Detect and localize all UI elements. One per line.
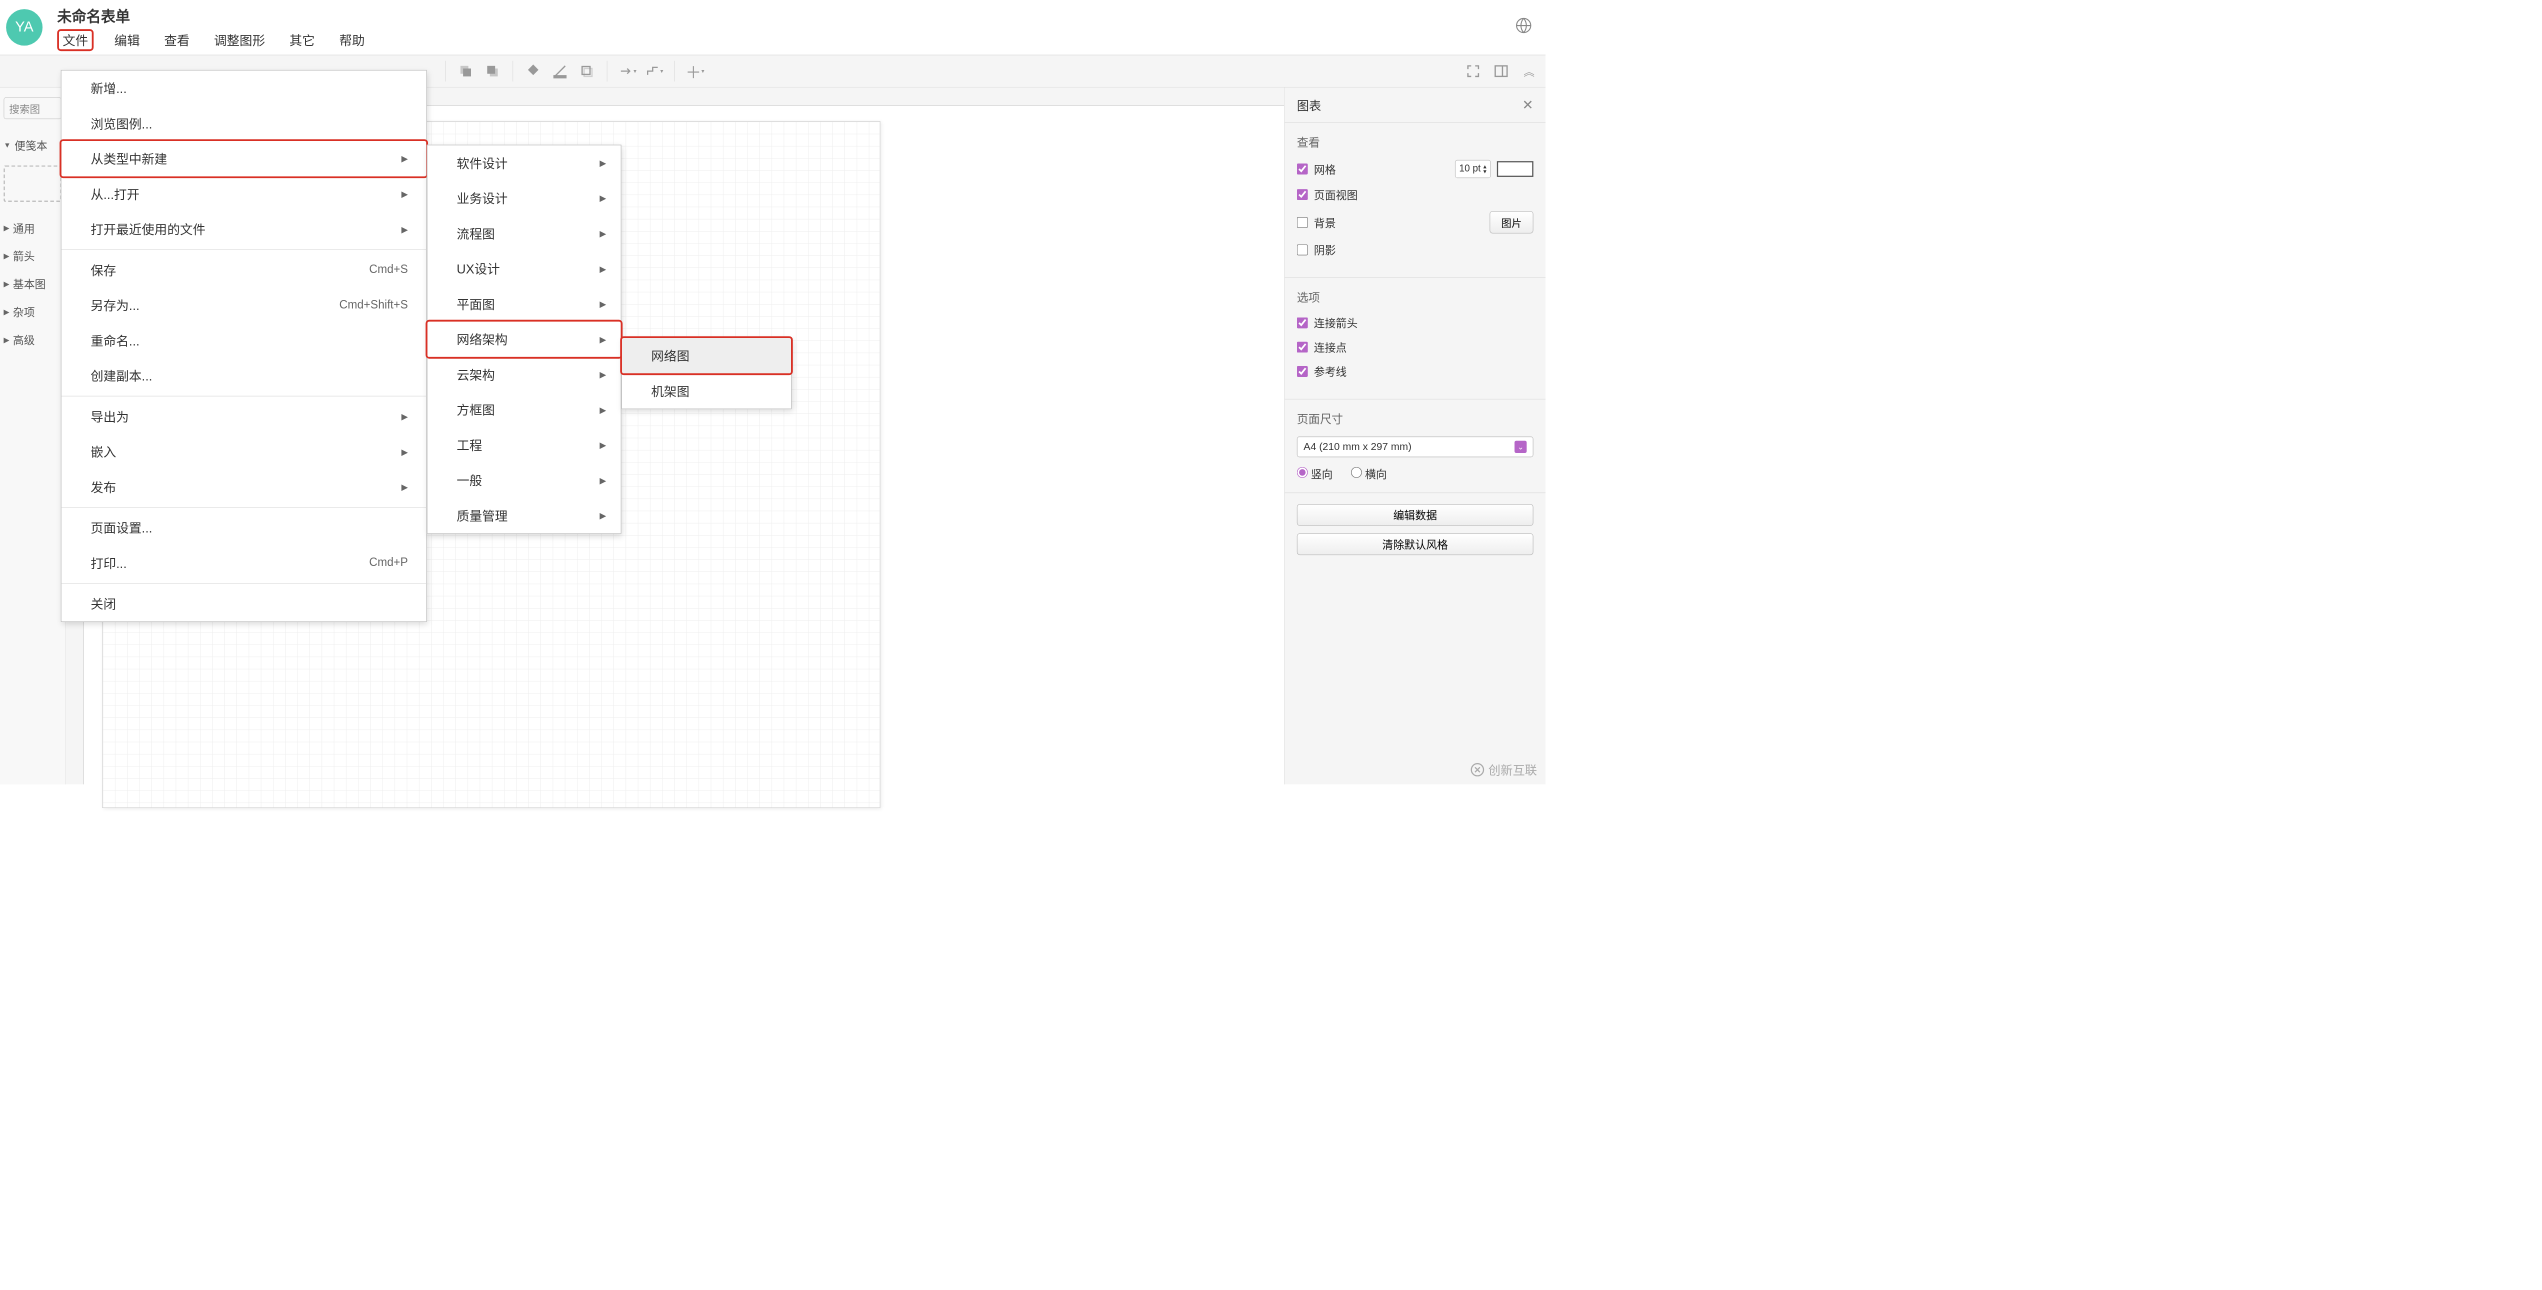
fill-icon[interactable]	[524, 62, 542, 80]
menu-close[interactable]: 关闭	[61, 586, 426, 621]
connect-arrows-label: 连接箭头	[1314, 315, 1358, 331]
menu-export[interactable]: 导出为▶	[61, 399, 426, 434]
collapse-icon[interactable]: ︽	[1520, 62, 1538, 80]
watermark: 创新互联	[1470, 761, 1537, 779]
sub-general[interactable]: 一般▶	[427, 463, 620, 498]
sub-cloud[interactable]: 云架构▶	[427, 357, 620, 392]
menu-make-copy[interactable]: 创建副本...	[61, 358, 426, 393]
guides-checkbox[interactable]	[1297, 366, 1308, 377]
format-panel: 图表 ✕ 查看 网格 10 pt▴▾ 页面视图 背景	[1284, 88, 1545, 785]
grid-label: 网格	[1314, 161, 1336, 177]
menu-view[interactable]: 查看	[161, 29, 194, 51]
sub-block[interactable]: 方框图▶	[427, 392, 620, 427]
shadow-label: 阴影	[1314, 242, 1336, 258]
background-checkbox[interactable]	[1297, 217, 1308, 228]
waypoint-icon[interactable]: ▾	[645, 62, 663, 80]
connection-icon[interactable]: ▾	[618, 62, 636, 80]
pagesize-section-title: 页面尺寸	[1297, 410, 1534, 426]
menu-new[interactable]: 新增...	[61, 71, 426, 106]
sub2-rack-diagram[interactable]: 机架图	[622, 373, 791, 408]
connect-points-checkbox[interactable]	[1297, 342, 1308, 353]
menu-browse[interactable]: 浏览图例...	[61, 106, 426, 141]
pageview-checkbox[interactable]	[1297, 189, 1308, 200]
shadow-checkbox[interactable]	[1297, 244, 1308, 255]
close-icon[interactable]: ✕	[1522, 97, 1533, 113]
cat-misc[interactable]: ▶杂项	[0, 298, 65, 326]
menu-edit[interactable]: 编辑	[111, 29, 144, 51]
menu-other[interactable]: 其它	[286, 29, 319, 51]
cat-general[interactable]: ▶通用	[0, 214, 65, 242]
to-back-icon[interactable]	[483, 62, 501, 80]
shapes-panel: 搜索图 ▼便笺本 ▶通用 ▶箭头 ▶基本图 ▶杂项 ▶高级	[0, 88, 66, 785]
format-panel-icon[interactable]	[1492, 62, 1510, 80]
menu-new-from-template[interactable]: 从类型中新建▶	[60, 139, 428, 178]
globe-icon[interactable]	[1515, 17, 1532, 38]
cat-scratch[interactable]: ▼便笺本	[0, 131, 65, 159]
sub-flowchart[interactable]: 流程图▶	[427, 216, 620, 251]
menubar: 文件 编辑 查看 调整图形 其它 帮助	[55, 29, 1515, 51]
menu-page-setup[interactable]: 页面设置...	[61, 510, 426, 545]
landscape-radio[interactable]: 横向	[1351, 466, 1387, 482]
add-icon[interactable]: ＋▾	[686, 62, 704, 80]
sub-quality[interactable]: 质量管理▶	[427, 498, 620, 533]
line-color-icon[interactable]	[551, 62, 569, 80]
cat-advanced[interactable]: ▶高级	[0, 326, 65, 354]
edit-data-button[interactable]: 编辑数据	[1297, 504, 1534, 526]
menu-open-from[interactable]: 从...打开▶	[61, 176, 426, 211]
panel-title: 图表	[1297, 96, 1321, 114]
document-title[interactable]: 未命名表单	[55, 4, 1515, 25]
menu-save-as[interactable]: 另存为...Cmd+Shift+S	[61, 288, 426, 323]
grid-size-input[interactable]: 10 pt▴▾	[1455, 160, 1491, 178]
background-label: 背景	[1314, 214, 1336, 230]
sub-software[interactable]: 软件设计▶	[427, 145, 620, 180]
menu-embed[interactable]: 嵌入▶	[61, 434, 426, 469]
menu-save[interactable]: 保存Cmd+S	[61, 252, 426, 287]
menu-open-recent[interactable]: 打开最近使用的文件▶	[61, 212, 426, 247]
menu-rename[interactable]: 重命名...	[61, 323, 426, 358]
menu-shape[interactable]: 调整图形	[210, 29, 268, 51]
sub-floorplan[interactable]: 平面图▶	[427, 286, 620, 321]
template-category-submenu: 软件设计▶ 业务设计▶ 流程图▶ UX设计▶ 平面图▶ 网络架构▶ 云架构▶ 方…	[427, 145, 622, 534]
cat-arrows[interactable]: ▶箭头	[0, 242, 65, 270]
grid-checkbox[interactable]	[1297, 164, 1308, 175]
shape-preview[interactable]	[4, 165, 62, 201]
options-section-title: 选项	[1297, 289, 1534, 305]
sub2-network-diagram[interactable]: 网络图	[620, 336, 793, 375]
image-button[interactable]: 图片	[1490, 211, 1534, 233]
menu-help[interactable]: 帮助	[336, 29, 369, 51]
to-front-icon[interactable]	[457, 62, 475, 80]
header: YA 未命名表单 文件 编辑 查看 调整图形 其它 帮助	[0, 0, 1546, 55]
sub-business[interactable]: 业务设计▶	[427, 181, 620, 216]
connect-points-label: 连接点	[1314, 339, 1347, 355]
network-submenu: 网络图 机架图	[621, 337, 791, 409]
sub-network[interactable]: 网络架构▶	[426, 320, 623, 359]
fullscreen-icon[interactable]	[1464, 62, 1482, 80]
shadow-icon[interactable]	[578, 62, 596, 80]
pageview-label: 页面视图	[1314, 187, 1358, 203]
sub-engineering[interactable]: 工程▶	[427, 427, 620, 462]
cat-basic[interactable]: ▶基本图	[0, 270, 65, 298]
clear-style-button[interactable]: 清除默认风格	[1297, 533, 1534, 555]
avatar[interactable]: YA	[6, 9, 42, 45]
grid-color-swatch[interactable]	[1497, 161, 1533, 177]
portrait-radio[interactable]: 竖向	[1297, 466, 1333, 482]
pagesize-select[interactable]: A4 (210 mm x 297 mm) ⌄	[1297, 437, 1534, 458]
menu-publish[interactable]: 发布▶	[61, 469, 426, 504]
menu-print[interactable]: 打印...Cmd+P	[61, 545, 426, 580]
file-menu-dropdown: 新增... 浏览图例... 从类型中新建▶ 从...打开▶ 打开最近使用的文件▶…	[61, 70, 427, 622]
search-input[interactable]: 搜索图	[4, 97, 62, 119]
view-section-title: 查看	[1297, 134, 1534, 150]
sub-ux[interactable]: UX设计▶	[427, 251, 620, 286]
menu-file[interactable]: 文件	[57, 29, 93, 51]
guides-label: 参考线	[1314, 364, 1347, 380]
connect-arrows-checkbox[interactable]	[1297, 317, 1308, 328]
